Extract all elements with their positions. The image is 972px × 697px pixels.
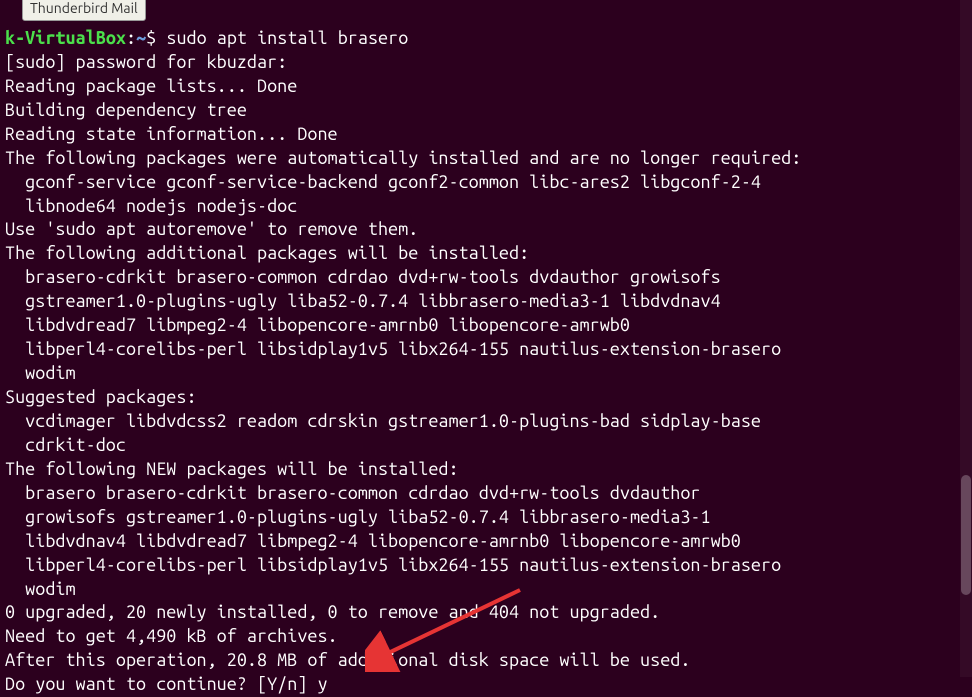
output-line: wodim (5, 578, 967, 602)
prompt-separator: : (126, 28, 136, 48)
output-line: libdvdnav4 libdvdread7 libmpeg2-4 libope… (5, 530, 967, 554)
command-text: sudo apt install brasero (166, 28, 408, 48)
prompt-path: ~ (136, 28, 146, 48)
output-line: vcdimager libdvdcss2 readom cdrskin gstr… (5, 410, 967, 434)
output-line: After this operation, 20.8 MB of additio… (5, 649, 967, 673)
output-line: libperl4-corelibs-perl libsidplay1v5 lib… (5, 554, 967, 578)
output-line: libnode64 nodejs nodejs-doc (5, 195, 967, 219)
output-line: gconf-service gconf-service-backend gcon… (5, 171, 967, 195)
thunderbird-tooltip: Thunderbird Mail (22, 0, 146, 21)
scrollbar-track[interactable] (960, 0, 972, 677)
output-line: growisofs gstreamer1.0-plugins-ugly liba… (5, 506, 967, 530)
prompt-user: k (5, 28, 15, 48)
output-line: Suggested packages: (5, 386, 967, 410)
prompt-symbol: $ (146, 28, 156, 48)
output-line: Use 'sudo apt autoremove' to remove them… (5, 218, 967, 242)
output-line: libdvdread7 libmpeg2-4 libopencore-amrnb… (5, 314, 967, 338)
output-line: Building dependency tree (5, 99, 967, 123)
output-line: 0 upgraded, 20 newly installed, 0 to rem… (5, 601, 967, 625)
output-line: The following additional packages will b… (5, 242, 967, 266)
output-line: Reading state information... Done (5, 123, 967, 147)
output-line: The following packages were automaticall… (5, 147, 967, 171)
output-line: brasero-cdrkit brasero-common cdrdao dvd… (5, 266, 967, 290)
output-line: Need to get 4,490 kB of archives. (5, 625, 967, 649)
prompt-host: -VirtualBox (15, 28, 126, 48)
output-line: The following NEW packages will be insta… (5, 458, 967, 482)
output-line: [sudo] password for kbuzdar: (5, 51, 967, 75)
scrollbar-thumb[interactable] (961, 475, 971, 595)
output-line: brasero brasero-cdrkit brasero-common cd… (5, 482, 967, 506)
output-line: gstreamer1.0-plugins-ugly liba52-0.7.4 l… (5, 290, 967, 314)
output-line: cdrkit-doc (5, 434, 967, 458)
output-line: wodim (5, 362, 967, 386)
terminal-output[interactable]: k-VirtualBox:~$ sudo apt install brasero… (5, 3, 967, 697)
output-line: Reading package lists... Done (5, 75, 967, 99)
output-line: libperl4-corelibs-perl libsidplay1v5 lib… (5, 338, 967, 362)
